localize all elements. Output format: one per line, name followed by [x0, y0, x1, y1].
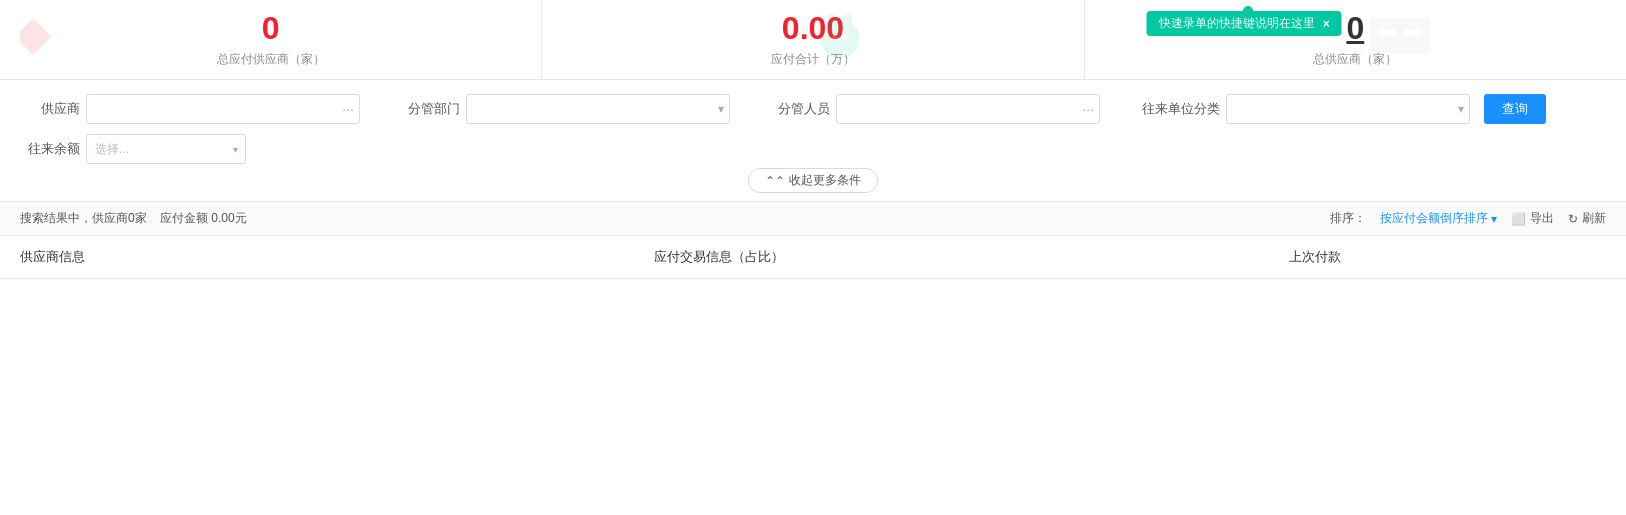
more-conditions-row: ⌃⌃ 收起更多条件	[20, 168, 1606, 193]
supplier-dots-icon[interactable]: ···	[342, 101, 354, 117]
table-body	[0, 279, 1626, 515]
category-arrow-icon[interactable]: ▾	[1458, 102, 1464, 116]
department-arrow-icon[interactable]: ▾	[718, 102, 724, 116]
search-row-1: 供应商 ··· 分管部门 ▾ 分管人员 ··· 往来单位分	[20, 94, 1606, 124]
diamond-icon	[20, 14, 72, 66]
th-payable-label: 应付交易信息（占比）	[654, 249, 784, 264]
results-actions: 排序： 按应付会额倒序排序 ▾ ⬜ 导出 ↻ 刷新	[1330, 210, 1606, 227]
svg-point-6	[842, 34, 848, 40]
th-last-payment-label: 上次付款	[1289, 249, 1341, 264]
svg-point-5	[832, 34, 838, 40]
balance-label: 往来余额	[20, 140, 80, 158]
th-supplier-label: 供应商信息	[20, 249, 85, 264]
search-row-2: 往来余额 选择... ▾	[20, 134, 1606, 164]
balance-field: 往来余额 选择... ▾	[20, 134, 280, 164]
ghost-card3-icon	[1365, 12, 1435, 68]
supplier-input-wrapper: ···	[86, 94, 360, 124]
category-input[interactable]	[1226, 94, 1470, 124]
category-input-wrapper: ▾	[1226, 94, 1470, 124]
sort-arrow-icon: ▾	[1491, 212, 1497, 226]
piggy-icon	[812, 12, 868, 68]
stat-card-total-payable: 0.00 应付合计（万）	[542, 0, 1084, 79]
th-supplier-info: 供应商信息	[20, 248, 654, 266]
sort-select[interactable]: 按应付会额倒序排序 ▾	[1380, 210, 1497, 227]
refresh-label: 刷新	[1582, 210, 1606, 227]
department-field: 分管部门 ▾	[390, 94, 730, 124]
results-text: 搜索结果中，供应商0家 应付金额 0.00元	[20, 211, 247, 225]
person-input[interactable]	[836, 94, 1100, 124]
supplier-label: 供应商	[20, 100, 80, 118]
sort-label: 排序：	[1330, 210, 1366, 227]
person-label: 分管人员	[760, 100, 830, 118]
query-button[interactable]: 查询	[1484, 94, 1546, 124]
svg-point-4	[844, 13, 852, 27]
results-summary: 搜索结果中，供应商0家 应付金额 0.00元	[20, 210, 247, 227]
svg-rect-0	[20, 18, 51, 55]
sort-value: 按应付会额倒序排序	[1380, 210, 1488, 227]
refresh-icon: ↻	[1568, 212, 1578, 226]
refresh-button[interactable]: ↻ 刷新	[1568, 210, 1606, 227]
person-input-wrapper: ···	[836, 94, 1100, 124]
collapse-up-icon: ⌃⌃	[765, 174, 785, 188]
department-input-wrapper: ▾	[466, 94, 730, 124]
results-amount: 0.00	[211, 211, 234, 225]
results-supplier-count: 0	[128, 211, 135, 225]
svg-point-3	[827, 13, 835, 27]
export-label: 导出	[1530, 210, 1554, 227]
supplier-field: 供应商 ···	[20, 94, 360, 124]
collapse-button[interactable]: ⌃⌃ 收起更多条件	[748, 168, 878, 193]
export-icon: ⬜	[1511, 212, 1526, 226]
balance-select[interactable]: 选择...	[86, 134, 246, 164]
stat-label-supplier: 总应付供应商（家）	[217, 51, 325, 68]
tooltip-text: 快速录单的快捷键说明在这里	[1159, 15, 1315, 32]
category-label: 往来单位分类	[1130, 100, 1220, 118]
stat-number-total-supplier: 0	[1346, 11, 1364, 46]
tooltip-close[interactable]: ×	[1323, 17, 1330, 31]
category-field: 往来单位分类 ▾	[1130, 94, 1470, 124]
search-section: 供应商 ··· 分管部门 ▾ 分管人员 ··· 往来单位分	[0, 80, 1626, 202]
svg-rect-8	[1378, 29, 1396, 36]
results-bar: 搜索结果中，供应商0家 应付金额 0.00元 排序： 按应付会额倒序排序 ▾ ⬜…	[0, 202, 1626, 236]
shortcut-tooltip: 快速录单的快捷键说明在这里 ×	[1147, 11, 1342, 36]
supplier-input[interactable]	[86, 94, 360, 124]
svg-rect-9	[1405, 29, 1423, 36]
export-button[interactable]: ⬜ 导出	[1511, 210, 1554, 227]
stat-card-total-supplier: 快速录单的快捷键说明在这里 × 0 总供应商（家）	[1085, 0, 1626, 79]
table-header: 供应商信息 应付交易信息（占比） 上次付款	[0, 236, 1626, 279]
th-payable-info: 应付交易信息（占比）	[654, 248, 1288, 266]
stat-number-supplier: 0	[262, 11, 280, 46]
person-dots-icon[interactable]: ···	[1082, 101, 1094, 117]
th-last-payment: 上次付款	[1289, 248, 1606, 266]
balance-select-wrapper: 选择... ▾	[86, 134, 246, 164]
person-field: 分管人员 ···	[760, 94, 1100, 124]
stat-card-supplier-count: 0 总应付供应商（家）	[0, 0, 542, 79]
collapse-label: 收起更多条件	[789, 172, 861, 189]
department-input[interactable]	[466, 94, 730, 124]
department-label: 分管部门	[390, 100, 460, 118]
